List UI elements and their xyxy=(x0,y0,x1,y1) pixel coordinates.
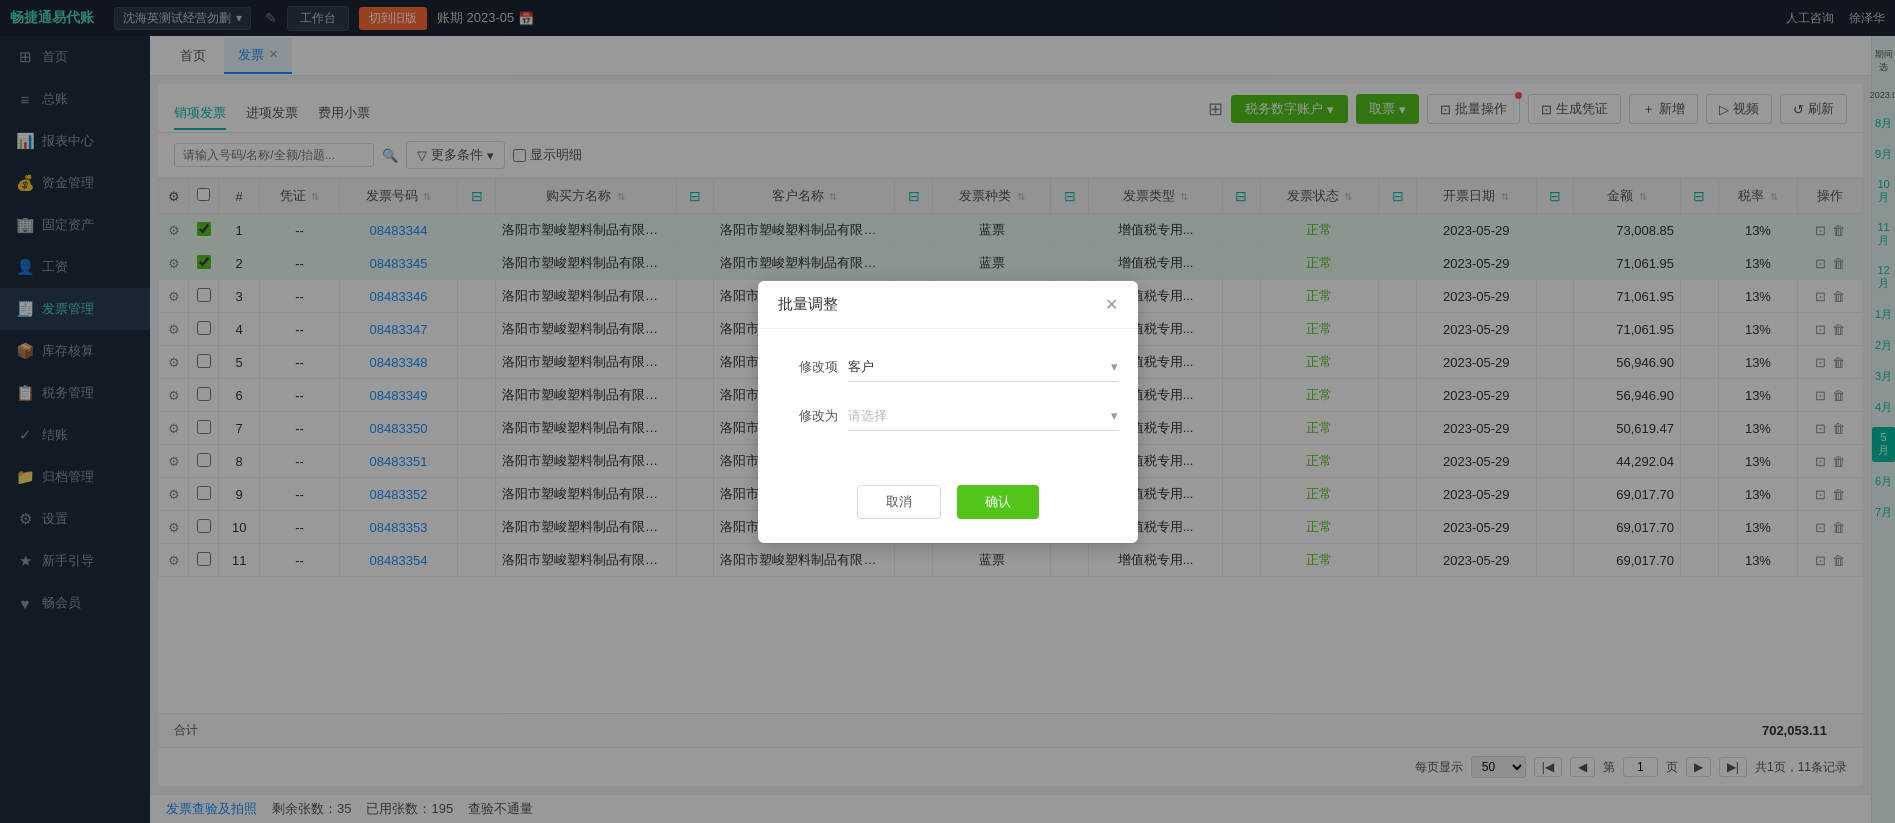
modify-field-row: 修改项 客户 ▾ xyxy=(778,353,1118,382)
modal-overlay[interactable]: 批量调整 ✕ 修改项 客户 ▾ 修改为 请选择 ▾ 取消 确认 xyxy=(0,0,1895,823)
modify-to-label: 修改为 xyxy=(778,407,838,425)
modal-body: 修改项 客户 ▾ 修改为 请选择 ▾ xyxy=(758,329,1138,475)
modify-field-value: 客户 xyxy=(848,358,874,376)
modify-to-select[interactable]: 请选择 ▾ xyxy=(848,402,1118,431)
cancel-button[interactable]: 取消 xyxy=(857,485,941,519)
batch-adjust-modal: 批量调整 ✕ 修改项 客户 ▾ 修改为 请选择 ▾ 取消 确认 xyxy=(758,281,1138,543)
confirm-button[interactable]: 确认 xyxy=(957,485,1039,519)
modify-field-label: 修改项 xyxy=(778,358,838,376)
modal-title: 批量调整 xyxy=(778,295,838,314)
modify-to-row: 修改为 请选择 ▾ xyxy=(778,402,1118,431)
modify-field-select[interactable]: 客户 ▾ xyxy=(848,353,1118,382)
modal-close-button[interactable]: ✕ xyxy=(1105,295,1118,314)
modify-to-dropdown-icon: ▾ xyxy=(1111,408,1118,423)
modify-to-placeholder: 请选择 xyxy=(848,407,887,425)
modal-footer: 取消 确认 xyxy=(758,475,1138,543)
modify-field-dropdown-icon: ▾ xyxy=(1111,359,1118,374)
modal-header: 批量调整 ✕ xyxy=(758,281,1138,329)
